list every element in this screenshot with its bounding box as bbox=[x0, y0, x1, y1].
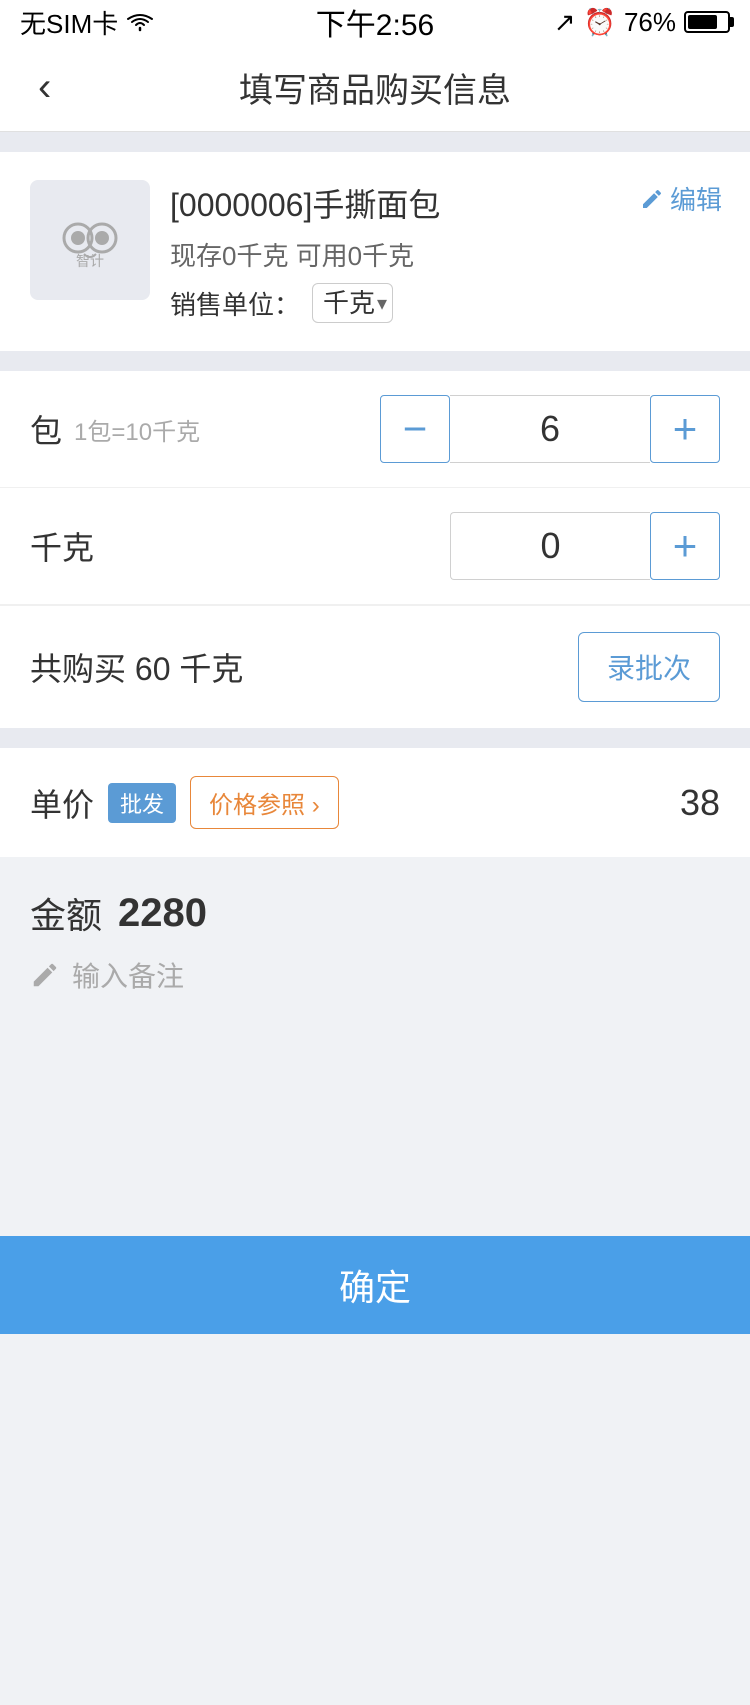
qty-unit-bao: 包 bbox=[30, 406, 62, 452]
amount-value: 2280 bbox=[118, 891, 207, 936]
pencil-icon bbox=[30, 960, 60, 990]
unit-select[interactable]: 千克 bbox=[312, 283, 393, 323]
qty-label-bao: 包 1包=10千克 bbox=[30, 406, 200, 452]
battery-percent: 76% bbox=[624, 7, 676, 38]
remark-row[interactable]: 输入备注 bbox=[30, 955, 720, 995]
qty-row-bao: 包 1包=10千克 − + bbox=[0, 371, 750, 488]
alarm-icon: ⏰ bbox=[584, 7, 616, 38]
product-logo-icon: 智计 bbox=[50, 210, 130, 270]
status-left: 无SIM卡 bbox=[20, 4, 154, 41]
status-time: 下午2:56 bbox=[316, 0, 434, 44]
qty-minus-bao[interactable]: − bbox=[380, 395, 450, 463]
product-info: [0000006]手撕面包 现存0千克 可用0千克 销售单位： 千克 ▾ bbox=[170, 180, 720, 323]
price-left: 单价 批发 价格参照 › bbox=[30, 776, 339, 829]
product-image: 智计 bbox=[30, 180, 150, 300]
price-section: 单价 批发 价格参照 › 38 bbox=[0, 748, 750, 857]
product-unit-row: 销售单位： 千克 ▾ bbox=[170, 283, 720, 323]
confirm-bar[interactable]: 确定 bbox=[0, 1236, 750, 1334]
edit-button[interactable]: 编辑 bbox=[640, 180, 722, 217]
product-card: 智计 [0000006]手撕面包 现存0千克 可用0千克 销售单位： 千克 ▾ … bbox=[0, 152, 750, 351]
back-button[interactable]: ‹ bbox=[28, 55, 61, 120]
price-value: 38 bbox=[680, 782, 720, 824]
product-name: [0000006]手撕面包 bbox=[170, 180, 720, 226]
qty-sub-bao: 1包=10千克 bbox=[74, 412, 200, 447]
carrier-text: 无SIM卡 bbox=[20, 4, 118, 41]
unit-label: 销售单位： bbox=[170, 285, 300, 322]
amount-label: 金额 bbox=[30, 887, 102, 939]
amount-row: 金额 2280 bbox=[30, 887, 720, 939]
nav-bar: ‹ 填写商品购买信息 bbox=[0, 44, 750, 132]
product-stock: 现存0千克 可用0千克 bbox=[170, 236, 720, 273]
confirm-button[interactable]: 确定 bbox=[339, 1259, 411, 1311]
status-right: ↗ ⏰ 76% bbox=[554, 7, 730, 38]
qty-unit-kg: 千克 bbox=[30, 523, 94, 569]
qty-row-kg: 千克 + bbox=[0, 488, 750, 605]
divider-price bbox=[0, 728, 750, 748]
record-batch-button[interactable]: 录批次 bbox=[578, 632, 720, 702]
qty-control-bao: − + bbox=[380, 395, 720, 463]
unit-select-wrap[interactable]: 千克 ▾ bbox=[312, 283, 393, 323]
page-title: 填写商品购买信息 bbox=[239, 63, 511, 112]
divider-top bbox=[0, 132, 750, 152]
qty-control-kg: + bbox=[450, 512, 720, 580]
main-content-area bbox=[0, 1005, 750, 1705]
qty-label-kg: 千克 bbox=[30, 523, 94, 569]
location-icon: ↗ bbox=[554, 7, 576, 38]
summary-row: 共购买 60 千克 录批次 bbox=[0, 605, 750, 728]
qty-plus-bao[interactable]: + bbox=[650, 395, 720, 463]
remark-placeholder: 输入备注 bbox=[72, 955, 184, 995]
summary-text: 共购买 60 千克 bbox=[30, 644, 243, 690]
svg-text:智计: 智计 bbox=[76, 253, 104, 269]
price-ref-button[interactable]: 价格参照 › bbox=[190, 776, 339, 829]
amount-section: 金额 2280 输入备注 bbox=[0, 857, 750, 1005]
edit-icon bbox=[640, 187, 664, 211]
quantity-section: 包 1包=10千克 − + 千克 + 共购买 60 千克 录批次 bbox=[0, 371, 750, 728]
edit-label: 编辑 bbox=[670, 180, 722, 217]
wifi-icon bbox=[126, 12, 154, 32]
qty-input-bao[interactable] bbox=[450, 395, 650, 463]
qty-input-kg[interactable] bbox=[450, 512, 650, 580]
status-bar: 无SIM卡 下午2:56 ↗ ⏰ 76% bbox=[0, 0, 750, 44]
battery-icon bbox=[684, 11, 730, 33]
price-badge: 批发 bbox=[108, 783, 176, 823]
qty-plus-kg[interactable]: + bbox=[650, 512, 720, 580]
price-label: 单价 bbox=[30, 780, 94, 826]
divider-mid bbox=[0, 351, 750, 371]
